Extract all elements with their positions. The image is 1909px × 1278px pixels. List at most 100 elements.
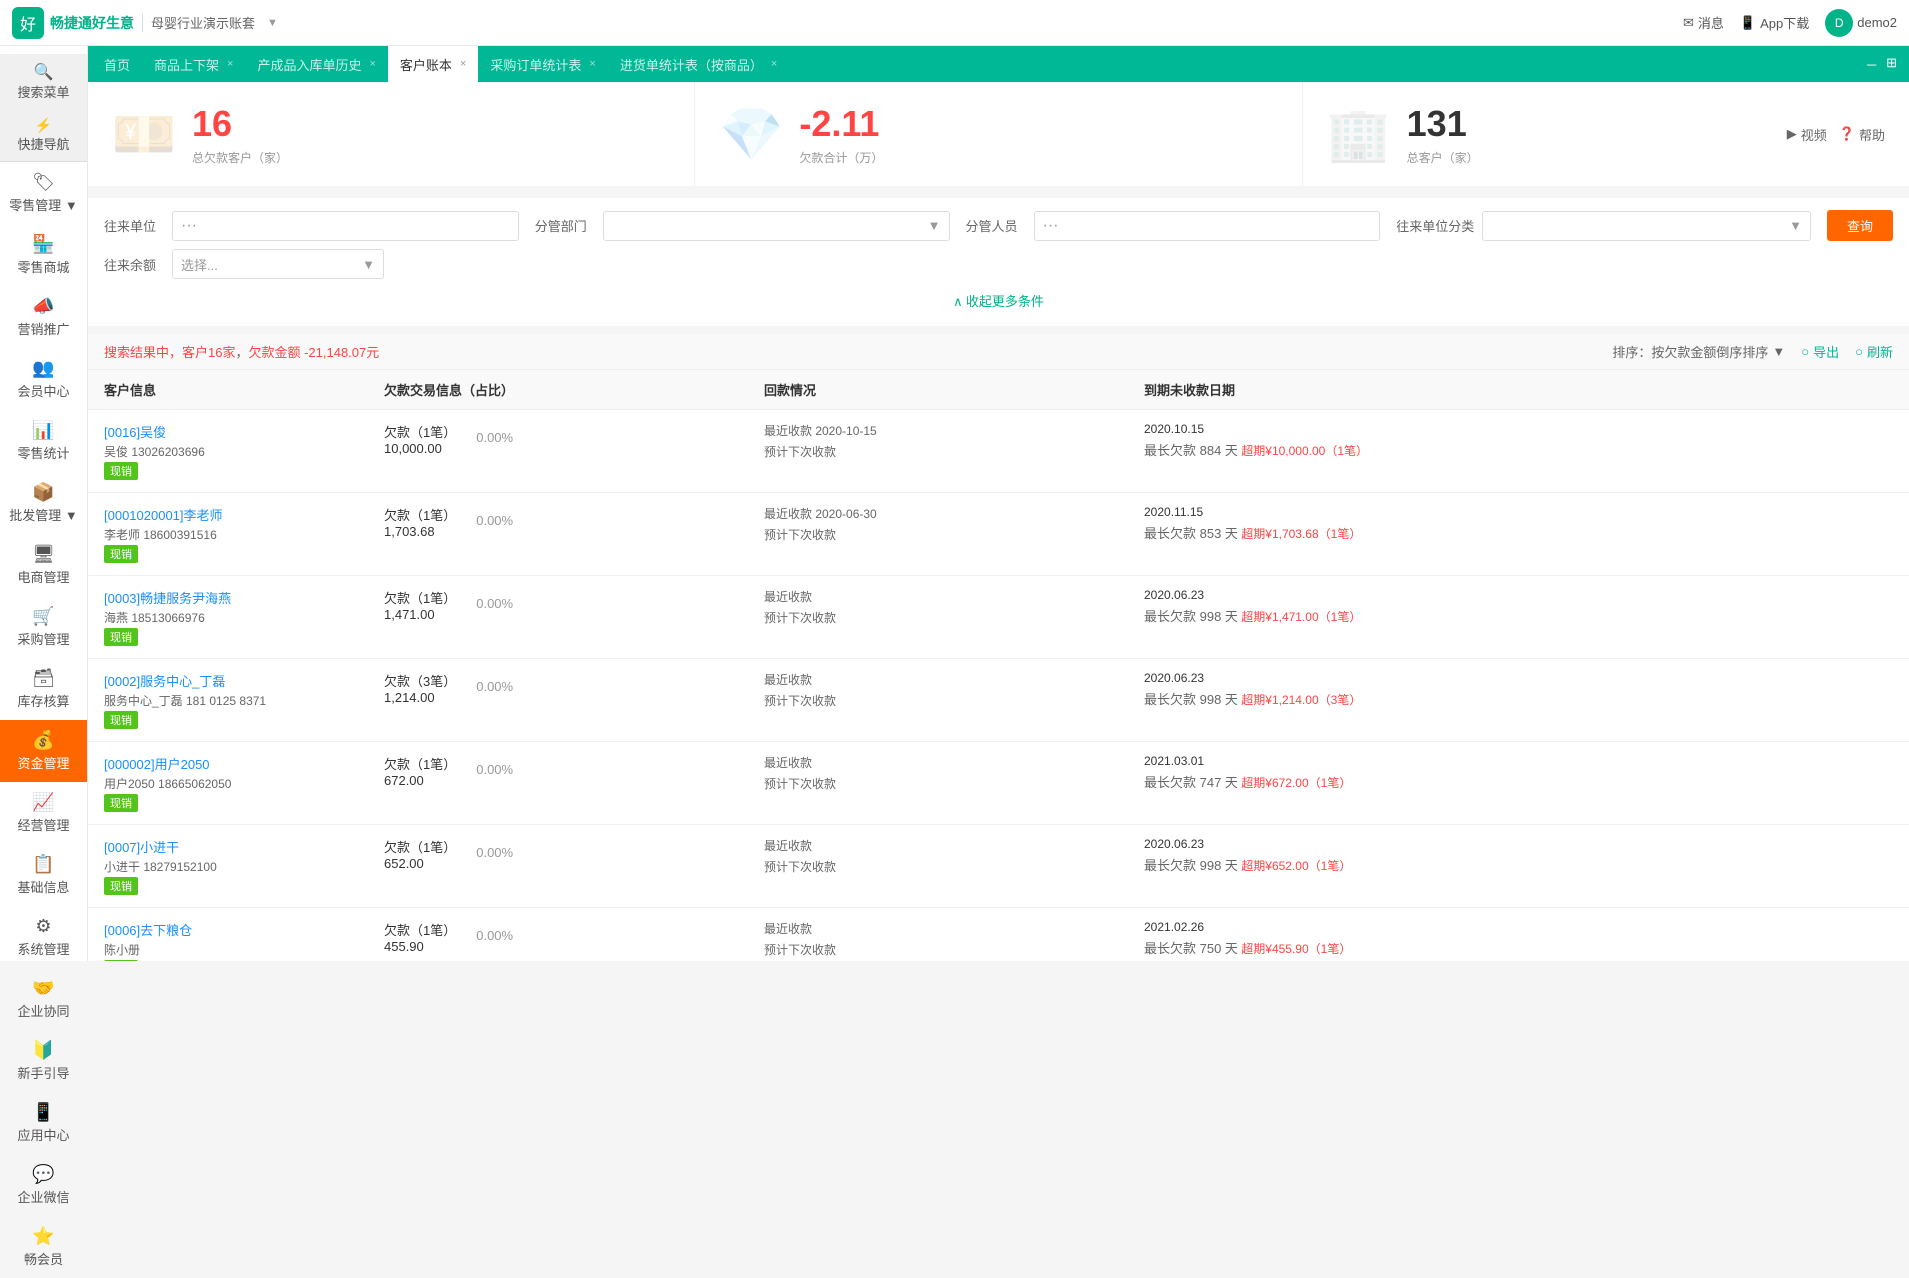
client-name-0[interactable]: [0016]吴俊 xyxy=(104,422,384,441)
export-btn[interactable]: ○ 导出 xyxy=(1801,342,1839,361)
overdue-4[interactable]: 超期¥672.00（1笔） xyxy=(1241,776,1351,790)
message-button[interactable]: ✉ 消息 xyxy=(1683,13,1724,32)
sidebar-item-retail-stats[interactable]: 📊 零售统计 xyxy=(0,410,87,472)
overdue-2[interactable]: 超期¥1,471.00（1笔） xyxy=(1241,610,1361,624)
debt-count-3: 欠款（3笔） xyxy=(384,671,456,690)
debt-amount-2: 1,471.00 xyxy=(384,607,456,622)
stat-actions: ▶ 视频 ❓ 帮助 xyxy=(1787,125,1885,144)
client-phone-2: 海燕 18513066976 xyxy=(104,609,384,626)
app-download-button[interactable]: 📱 App下载 xyxy=(1740,13,1809,32)
sidebar-item-marketing[interactable]: 📣 营销推广 xyxy=(0,286,87,348)
client-name-2[interactable]: [0003]畅捷服务尹海燕 xyxy=(104,588,384,607)
result-info: 搜索结果中，客户16家，欠款金额 -21,148.07元 xyxy=(104,342,379,361)
sidebar-item-changyuanin[interactable]: ⭐ 畅会员 xyxy=(0,1216,87,1278)
filter-from-unit-label: 往来单位 xyxy=(104,216,164,235)
debt-row-4: 欠款（1笔） 672.00 0.00% xyxy=(384,754,764,788)
debt-info-2: 欠款（1笔） 1,471.00 0.00% xyxy=(384,588,764,622)
stat-debt-customers-value: 16 xyxy=(192,103,288,145)
enterprise-wechat-icon: 💬 xyxy=(4,1164,83,1185)
tab-customer-account[interactable]: 客户账本 × xyxy=(388,46,478,82)
sidebar-item-batch-mgmt[interactable]: 📦 批发管理 ▼ xyxy=(0,472,87,534)
sidebar-item-newguide[interactable]: 🔰 新手引导 xyxy=(0,1030,87,1092)
sidebar-item-ecommerce[interactable]: 🖥 电商管理 xyxy=(0,534,87,596)
tab-home[interactable]: 首页 xyxy=(92,46,142,82)
stat-icon-total: 🏢 xyxy=(1327,102,1391,166)
system-name: 母婴行业演示账套 xyxy=(142,13,255,32)
sidebar-item-enterprise-collab[interactable]: 🤝 企业协同 xyxy=(0,968,87,1030)
collapse-label: 收起更多条件 xyxy=(966,294,1044,309)
sidebar-item-retail-mgmt[interactable]: 🏷 零售管理 ▼ xyxy=(0,162,87,224)
stat-total-customers-value: 131 xyxy=(1407,103,1479,145)
client-phone-1: 李老师 18600391516 xyxy=(104,526,384,543)
client-phone-5: 小进干 18279152100 xyxy=(104,858,384,875)
tab-purchase-stats-label: 采购订单统计表 xyxy=(490,55,581,74)
collapse-arrow-icon: ∧ xyxy=(953,294,963,309)
overdue-5[interactable]: 超期¥652.00（1笔） xyxy=(1241,859,1351,873)
sidebar-item-purchase[interactable]: 🛒 采购管理 xyxy=(0,596,87,658)
overdue-6[interactable]: 超期¥455.90（1笔） xyxy=(1241,942,1351,956)
sidebar-search[interactable]: 🔍 搜索菜单 xyxy=(0,54,87,109)
user-area[interactable]: D demo2 xyxy=(1825,9,1897,37)
collapse-btn[interactable]: ∧ 收起更多条件 xyxy=(104,287,1893,314)
tab-customer-account-close[interactable]: × xyxy=(460,58,466,70)
stat-card-total-customers: 🏢 131 总客户（家） ▶ 视频 ❓ 帮助 xyxy=(1303,82,1909,186)
return-info-1: 最近收款 2020-06-30 预计下次收款 xyxy=(764,505,1144,543)
video-btn[interactable]: ▶ 视频 xyxy=(1787,125,1827,144)
tab-minimize-icon[interactable]: － xyxy=(1865,55,1878,74)
sidebar-item-inventory[interactable]: 🗃 库存核算 xyxy=(0,658,87,720)
filter-from-unit-input[interactable]: ··· xyxy=(172,211,519,241)
sidebar-item-retail-shop[interactable]: 🏪 零售商城 xyxy=(0,224,87,286)
debt-info-3: 欠款（3笔） 1,214.00 0.00% xyxy=(384,671,764,705)
client-tag-1: 现销 xyxy=(104,545,138,563)
member-icon: 👥 xyxy=(4,358,83,379)
sidebar-item-capital[interactable]: 💰 资金管理 xyxy=(0,720,87,782)
tab-product-status-close[interactable]: × xyxy=(227,58,233,70)
overdue-1[interactable]: 超期¥1,703.68（1笔） xyxy=(1241,527,1361,541)
tab-incoming-stats-close[interactable]: × xyxy=(771,58,777,70)
debt-info-4: 欠款（1笔） 672.00 0.00% xyxy=(384,754,764,788)
overdue-0[interactable]: 超期¥10,000.00（1笔） xyxy=(1241,444,1368,458)
filter-unit-category: 往来单位分类 ▼ xyxy=(1396,211,1811,241)
filter-balance-input[interactable]: 选择... ▼ xyxy=(172,249,384,279)
client-name-1[interactable]: [0001020001]李老师 xyxy=(104,505,384,524)
query-button[interactable]: 查询 xyxy=(1827,210,1893,241)
filter-dept-input[interactable]: ▼ xyxy=(603,211,950,241)
col-header-client: 客户信息 xyxy=(104,380,384,399)
client-name-4[interactable]: [000002]用户2050 xyxy=(104,754,384,773)
client-name-5[interactable]: [0007]小进干 xyxy=(104,837,384,856)
filter-unit-category-input[interactable]: ▼ xyxy=(1482,211,1811,241)
client-name-6[interactable]: [0006]去下粮仓 xyxy=(104,920,384,939)
sidebar-item-ops[interactable]: 📈 经营管理 xyxy=(0,782,87,844)
sidebar-quick-nav[interactable]: ⚡ 快捷导航 xyxy=(0,109,87,162)
tab-product-history[interactable]: 产成品入库单历史 × xyxy=(245,46,387,82)
help-btn[interactable]: ❓ 帮助 xyxy=(1839,125,1885,144)
tab-expand-icon[interactable]: ⊞ xyxy=(1886,55,1897,74)
retail-stats-icon: 📊 xyxy=(4,420,83,441)
tab-product-history-close[interactable]: × xyxy=(369,58,375,70)
refresh-btn[interactable]: ○ 刷新 xyxy=(1855,342,1893,361)
client-name-3[interactable]: [0002]服务中心_丁磊 xyxy=(104,671,384,690)
debt-amount-4: 672.00 xyxy=(384,773,456,788)
sort-label: 排序：按欠款金额倒序排序 xyxy=(1612,342,1768,361)
filter-person-input[interactable]: ··· xyxy=(1034,211,1381,241)
sidebar-item-system[interactable]: ⚙ 系统管理 xyxy=(0,906,87,968)
system-dropdown[interactable]: ▼ xyxy=(267,17,278,29)
tab-purchase-stats[interactable]: 采购订单统计表 × xyxy=(478,46,607,82)
sidebar-item-basic[interactable]: 📋 基础信息 xyxy=(0,844,87,906)
overdue-3[interactable]: 超期¥1,214.00（3笔） xyxy=(1241,693,1361,707)
sidebar-label-changyuanin: 畅会员 xyxy=(4,1249,83,1268)
col-header-due: 到期未收款日期 xyxy=(1144,380,1893,399)
tab-purchase-stats-close[interactable]: × xyxy=(589,58,595,70)
sidebar-item-member[interactable]: 👥 会员中心 xyxy=(0,348,87,410)
sort-select[interactable]: 排序：按欠款金额倒序排序 ▼ xyxy=(1612,342,1785,361)
filter-person: 分管人员 ··· xyxy=(966,211,1381,241)
return-info-3: 最近收款 预计下次收款 xyxy=(764,671,1144,709)
username: demo2 xyxy=(1857,15,1897,30)
debt-main-6: 欠款（1笔） 455.90 xyxy=(384,920,456,954)
client-tag-5: 现销 xyxy=(104,877,138,895)
sidebar-item-enterprise-wechat[interactable]: 💬 企业微信 xyxy=(0,1154,87,1216)
tab-incoming-stats[interactable]: 进货单统计表（按商品） × xyxy=(608,46,789,82)
sidebar-item-appcenter[interactable]: 📱 应用中心 xyxy=(0,1092,87,1154)
result-debt-amount: 欠款金额 -21,148.07元 xyxy=(248,345,379,360)
tab-product-status[interactable]: 商品上下架 × xyxy=(142,46,245,82)
